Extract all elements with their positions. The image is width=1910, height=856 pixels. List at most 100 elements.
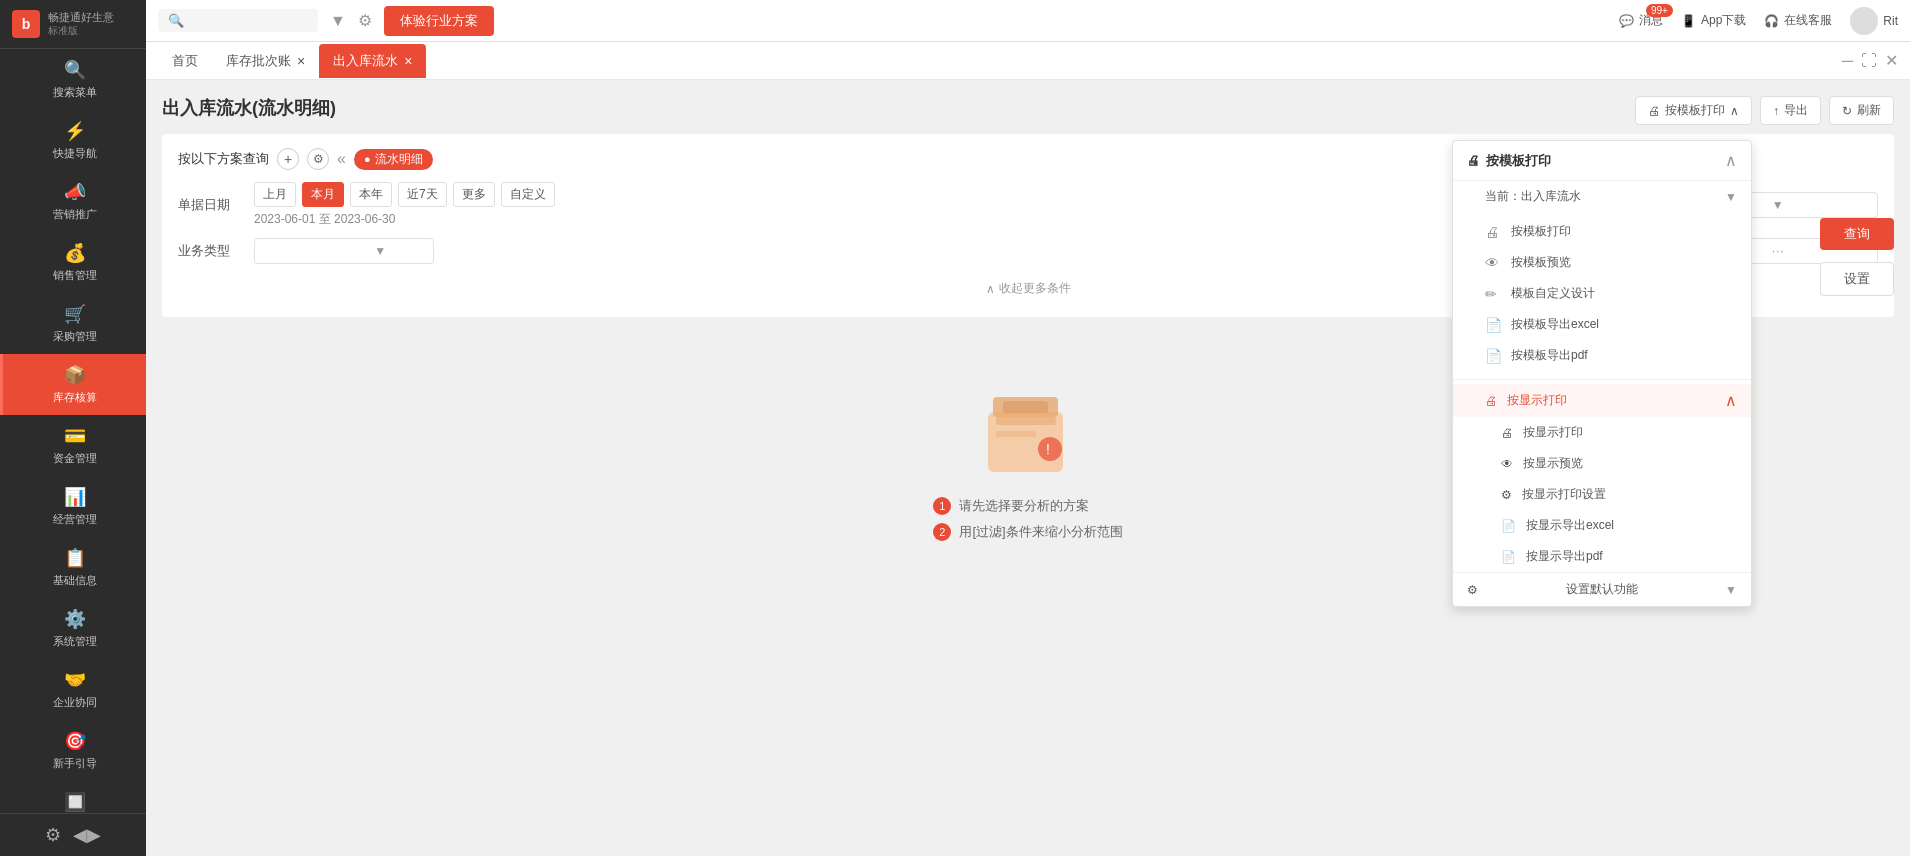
- template-customize-icon: ✏: [1485, 286, 1501, 302]
- date-btn-7days[interactable]: 近7天: [398, 182, 447, 207]
- sidebar-icon-operations: 📊: [64, 486, 86, 508]
- dp-sub-display-export-pdf[interactable]: 📄 按显示导出pdf: [1453, 541, 1751, 572]
- template-export-excel-icon: 📄: [1485, 317, 1501, 333]
- step-2-num: 2: [933, 523, 951, 541]
- app-download-item[interactable]: 📱 App下载: [1681, 12, 1746, 29]
- tab-right: ─ ⛶ ✕: [1842, 51, 1898, 70]
- dp-current-label: 当前：出入库流水: [1485, 188, 1581, 205]
- sidebar-item-operations[interactable]: 📊 经营管理: [0, 476, 146, 537]
- search-input[interactable]: [190, 14, 290, 28]
- sidebar-icon-appcenter: 🔲: [64, 791, 86, 813]
- date-btn-custom[interactable]: 自定义: [501, 182, 555, 207]
- sidebar-icon-sales: 💰: [64, 242, 86, 264]
- svg-point-5: [1038, 437, 1062, 461]
- dp-item-template-preview[interactable]: 👁 按模板预览: [1453, 247, 1751, 278]
- dp-item-template-export-excel[interactable]: 📄 按模板导出excel: [1453, 309, 1751, 340]
- date-btn-last-month[interactable]: 上月: [254, 182, 296, 207]
- tab-flow-close[interactable]: ×: [404, 53, 412, 69]
- filter-add-btn[interactable]: +: [277, 148, 299, 170]
- template-preview-icon: 👁: [1485, 255, 1501, 271]
- chevron-up-icon: ∧: [986, 282, 995, 296]
- filter-settings-btn[interactable]: ⚙: [307, 148, 329, 170]
- settings-button[interactable]: 设置: [1820, 262, 1894, 296]
- sidebar-item-search[interactable]: 🔍 搜索菜单: [0, 49, 146, 110]
- date-btn-this-month[interactable]: 本月: [302, 182, 344, 207]
- tab-close-window-icon[interactable]: ✕: [1885, 51, 1898, 70]
- settings-icon[interactable]: ⚙: [45, 824, 61, 846]
- page-content: 出入库流水(流水明细) 按以下方案查询 + ⚙ « ● 流水明细 单据日期: [146, 80, 1910, 856]
- sidebar-label-inventory: 库存核算: [53, 390, 97, 405]
- sidebar-label-marketing: 营销推广: [53, 207, 97, 222]
- sidebar-item-purchase[interactable]: 🛒 采购管理: [0, 293, 146, 354]
- dp-item-template-customize[interactable]: ✏ 模板自定义设计: [1453, 278, 1751, 309]
- dp-template-section: 🖨 按模板打印 👁 按模板预览 ✏ 模板自定义设计: [1453, 212, 1751, 375]
- sidebar-item-inventory[interactable]: 📦 库存核算: [0, 354, 146, 415]
- top-header: 🔍 ▼ ⚙ 体验行业方案 💬 消息 99+ 📱 App下载 🎧 在线客服: [146, 0, 1910, 42]
- dp-sub-display-export-excel[interactable]: 📄 按显示导出excel: [1453, 510, 1751, 541]
- sidebar-icon-finance: 💳: [64, 425, 86, 447]
- filter-collapse-icon[interactable]: «: [337, 150, 346, 168]
- date-btn-this-year[interactable]: 本年: [350, 182, 392, 207]
- header-gear-icon[interactable]: ⚙: [358, 11, 372, 30]
- dp-sub-display-preview[interactable]: 👁 按显示预览: [1453, 448, 1751, 479]
- sidebar-item-marketing[interactable]: 📣 营销推广: [0, 171, 146, 232]
- dp-close-icon[interactable]: ∧: [1725, 151, 1737, 170]
- date-range: 2023-06-01 至 2023-06-30: [254, 211, 555, 228]
- dp-footer[interactable]: ⚙ 设置默认功能 ▼: [1453, 572, 1751, 606]
- query-btn-area: 查询 设置: [1820, 218, 1894, 296]
- print-template-btn[interactable]: 🖨 按模板打印 ∧: [1635, 96, 1752, 125]
- tab-flow[interactable]: 出入库流水 ×: [319, 44, 426, 78]
- filter-chip-label: 流水明细: [375, 151, 423, 168]
- header-search[interactable]: 🔍: [158, 9, 318, 32]
- dp-display-print-section[interactable]: 🖨 按显示打印 ∧: [1453, 384, 1751, 417]
- refresh-btn[interactable]: ↻ 刷新: [1829, 96, 1894, 125]
- query-button[interactable]: 查询: [1820, 218, 1894, 250]
- dp-item-template-print[interactable]: 🖨 按模板打印: [1453, 216, 1751, 247]
- dp-item-template-export-pdf[interactable]: 📄 按模板导出pdf: [1453, 340, 1751, 371]
- sidebar-item-system[interactable]: ⚙️ 系统管理: [0, 598, 146, 659]
- online-service-item[interactable]: 🎧 在线客服: [1764, 12, 1832, 29]
- dp-current[interactable]: 当前：出入库流水 ▼: [1453, 181, 1751, 212]
- template-print-icon: 🖨: [1485, 224, 1501, 240]
- sidebar-item-cooperation[interactable]: 🤝 企业协同: [0, 659, 146, 720]
- dp-sub-display-settings[interactable]: ⚙ 按显示打印设置: [1453, 479, 1751, 510]
- sidebar-icon-purchase: 🛒: [64, 303, 86, 325]
- header-dropdown-icon[interactable]: ▼: [330, 12, 346, 30]
- sidebar-item-shortcut[interactable]: ⚡ 快捷导航: [0, 110, 146, 171]
- sidebar-item-appcenter[interactable]: 🔲 应用中心: [0, 781, 146, 813]
- display-print-section-label: 按显示打印: [1507, 392, 1567, 409]
- print-dropdown-container: 🖨 按模板打印 ∧ 🖨 按模板打印 ∧: [1635, 96, 1752, 125]
- sidebar-item-basic[interactable]: 📋 基础信息: [0, 537, 146, 598]
- svg-rect-2: [1003, 401, 1048, 413]
- display-print-section-arrow: ∧: [1725, 391, 1737, 410]
- date-btn-more[interactable]: 更多: [453, 182, 495, 207]
- sidebar-item-guide[interactable]: 🎯 新手引导: [0, 720, 146, 781]
- dp-sub-display-print[interactable]: 🖨 按显示打印: [1453, 417, 1751, 448]
- sidebar-scroll: 🔍 搜索菜单 ⚡ 快捷导航 📣 营销推广 💰 销售管理 🛒 采购管理 📦 库存核…: [0, 49, 146, 813]
- sidebar-logo: b 畅捷通好生意 标准版: [0, 0, 146, 49]
- tab-batch[interactable]: 库存批次账 ×: [212, 44, 319, 78]
- sidebar-item-sales[interactable]: 💰 销售管理: [0, 232, 146, 293]
- tab-batch-close[interactable]: ×: [297, 53, 305, 69]
- step-1-text: 请先选择要分析的方案: [959, 497, 1089, 515]
- message-badge: 99+: [1646, 4, 1673, 17]
- company-name: 畅捷通好生意: [48, 10, 114, 24]
- sidebar-label-cooperation: 企业协同: [53, 695, 97, 710]
- tab-home[interactable]: 首页: [158, 44, 212, 78]
- message-item[interactable]: 💬 消息 99+: [1619, 12, 1663, 29]
- sidebar-item-finance[interactable]: 💳 资金管理: [0, 415, 146, 476]
- tab-minimize-icon[interactable]: ─: [1842, 52, 1853, 70]
- sidebar-label-operations: 经营管理: [53, 512, 97, 527]
- dp-divider: [1453, 379, 1751, 380]
- sidebar-label-search: 搜索菜单: [53, 85, 97, 100]
- refresh-icon: ↻: [1842, 104, 1852, 118]
- filter-chip[interactable]: ● 流水明细: [354, 149, 433, 170]
- business-type-select[interactable]: ▼: [254, 238, 434, 264]
- sidebar-bottom: ⚙ ◀▶: [0, 813, 146, 856]
- export-btn[interactable]: ↑ 导出: [1760, 96, 1821, 125]
- trial-button[interactable]: 体验行业方案: [384, 6, 494, 36]
- collapse-icon[interactable]: ◀▶: [73, 824, 101, 846]
- tab-maximize-icon[interactable]: ⛶: [1861, 52, 1877, 70]
- sidebar-label-purchase: 采购管理: [53, 329, 97, 344]
- user-item[interactable]: Rit: [1850, 7, 1898, 35]
